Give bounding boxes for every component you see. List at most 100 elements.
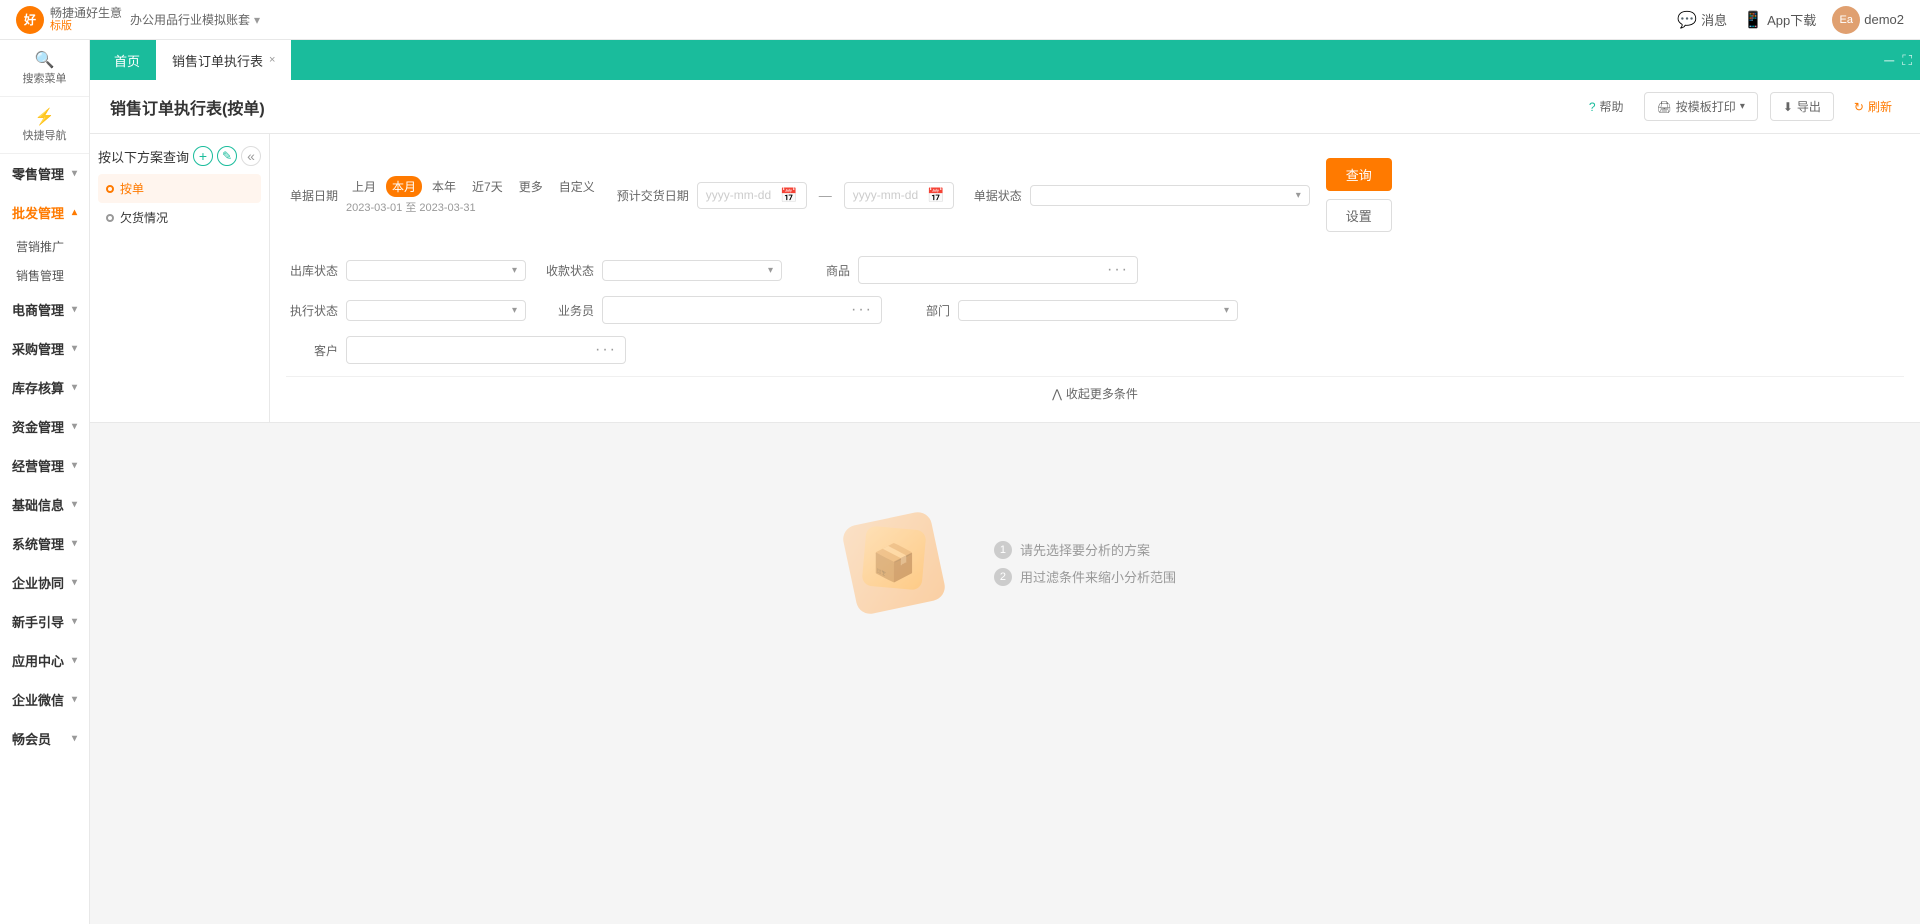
hint-num-1: 1 [994,541,1012,559]
filter-right: 单据日期 上月 本月 本年 近7天 更多 自定义 20 [270,134,1920,422]
tab-minimize-btn[interactable]: ─ [1884,52,1894,68]
collapse-filters-btn[interactable]: ⋀ 收起更多条件 [286,376,1904,410]
filter-exec-status: 执行状态 ▾ [286,300,526,321]
filter-customer: 客户 ··· [286,336,626,364]
filter-row-1: 单据日期 上月 本月 本年 近7天 更多 自定义 20 [286,146,1904,244]
date-tab-custom[interactable]: 自定义 [553,176,601,197]
sidebar-item-inventory[interactable]: 库存核算 ▾ [0,368,89,407]
sidebar-item-vip[interactable]: 畅会员 ▾ [0,719,89,758]
filter-panel: 按以下方案查询 + ✎ « 按单 欠货情况 [90,134,1920,423]
cal-start-icon[interactable]: 📅 [780,187,797,204]
sidebar-item-retail[interactable]: 零售管理 ▾ [0,154,89,193]
dept-dropdown-icon: ▾ [1224,305,1229,316]
product-dots-icon: ··· [1107,261,1129,279]
main-layout: 🔍 搜索菜单 ⚡ 快捷导航 零售管理 ▾ 批发管理 ▴ 营销推广 销售管理 电商… [0,40,1920,924]
add-scheme-btn[interactable]: + [193,146,213,166]
sidebar-sub-marketing[interactable]: 营销推广 [0,232,89,261]
filter-row-3: 执行状态 ▾ 业务员 ··· [286,296,1904,324]
tab-bar: 首页 销售订单执行表 × ─ ⛶ [90,40,1920,80]
sidebar-item-quick-nav[interactable]: ⚡ 快捷导航 [0,97,89,154]
outstock-select[interactable]: ▾ [346,260,526,281]
filter-staff: 业务员 ··· [542,296,882,324]
edit-scheme-btn[interactable]: ✎ [217,146,237,166]
user-action[interactable]: Ea demo2 [1832,6,1904,34]
date-tab-7days[interactable]: 近7天 [466,176,509,197]
date-tab-lastmonth[interactable]: 上月 [346,176,382,197]
date-tab-thismonth[interactable]: 本月 [386,176,422,197]
page-actions: ? 帮助 🖨 按模板打印 ▾ ⬇ 导出 ↻ 刷新 [1581,92,1900,121]
filter-dept: 部门 ▾ [898,300,1238,321]
sidebar-item-finance[interactable]: 资金管理 ▾ [0,407,89,446]
print-btn[interactable]: 🖨 按模板打印 ▾ [1644,92,1758,121]
sidebar-sub-sales[interactable]: 销售管理 [0,261,89,290]
settings-button[interactable]: 设置 [1326,199,1392,232]
sidebar-item-system[interactable]: 系统管理 ▾ [0,524,89,563]
customer-dots-icon: ··· [595,341,617,359]
export-icon: ⬇ [1783,100,1793,114]
query-button[interactable]: 查询 [1326,158,1392,191]
empty-hint-2: 2 用过滤条件来缩小分析范围 [994,567,1176,586]
refresh-btn[interactable]: ↻ 刷新 [1846,94,1900,119]
print-arrow-icon: ▾ [1740,101,1745,112]
outstock-dropdown-icon: ▾ [512,265,517,276]
filter-outstock: 出库状态 ▾ [286,260,526,281]
export-btn[interactable]: ⬇ 导出 [1770,92,1834,121]
scheme-item-order[interactable]: 按单 [98,174,261,203]
tab-sales-order[interactable]: 销售订单执行表 × [156,40,291,80]
help-btn[interactable]: ? 帮助 [1581,94,1632,119]
sidebar-item-operation[interactable]: 经营管理 ▾ [0,446,89,485]
sidebar-item-collab[interactable]: 企业协同 ▾ [0,563,89,602]
logo-icon: 好 [16,6,44,34]
receipt-select[interactable]: ▾ [602,260,782,281]
empty-illustration: 📦 [834,503,954,623]
scheme-item-shortage[interactable]: 欠货情况 [98,203,261,232]
tab-close-icon[interactable]: × [269,54,275,66]
sidebar-item-wholesale[interactable]: 批发管理 ▴ [0,193,89,232]
top-bar-right: 💬 消息 📱 App下载 Ea demo2 [1677,6,1904,34]
product-select[interactable]: ··· [858,256,1138,284]
breadcrumb: 办公用品行业模拟账套 ▾ [130,11,260,28]
customer-select[interactable]: ··· [346,336,626,364]
date-tabs: 上月 本月 本年 近7天 更多 自定义 [346,176,601,197]
empty-hint-1: 1 请先选择要分析的方案 [994,540,1176,559]
sidebar-item-newuser[interactable]: 新手引导 ▾ [0,602,89,641]
content-area: 首页 销售订单执行表 × ─ ⛶ 销售订单执行表(按单) ? 帮助 [90,40,1920,924]
refresh-icon: ↻ [1854,100,1864,114]
app-download-action[interactable]: 📱 App下载 [1743,10,1816,30]
filter-date: 单据日期 上月 本月 本年 近7天 更多 自定义 20 [286,176,601,215]
sidebar-item-ecom[interactable]: 电商管理 ▾ [0,290,89,329]
date-separator: — [815,188,836,203]
collapse-panel-btn[interactable]: « [241,146,261,166]
date-tab-thisyear[interactable]: 本年 [426,176,462,197]
expected-date-end[interactable]: yyyy-mm-dd 📅 [844,182,954,209]
hint-num-2: 2 [994,568,1012,586]
sidebar-item-appcenter[interactable]: 应用中心 ▾ [0,641,89,680]
filter-left-header: 按以下方案查询 + ✎ « [98,146,261,166]
exec-status-select[interactable]: ▾ [346,300,526,321]
sidebar: 🔍 搜索菜单 ⚡ 快捷导航 零售管理 ▾ 批发管理 ▴ 营销推广 销售管理 电商… [0,40,90,924]
filter-status: 单据状态 ▾ [970,185,1310,206]
help-icon: ? [1589,100,1596,114]
date-tab-more[interactable]: 更多 [513,176,549,197]
logo-text: 畅捷通好生意 标版 [50,6,122,34]
status-select[interactable]: ▾ [1030,185,1310,206]
sidebar-item-basic[interactable]: 基础信息 ▾ [0,485,89,524]
page-content: 销售订单执行表(按单) ? 帮助 🖨 按模板打印 ▾ ⬇ 导出 [90,80,1920,924]
dept-select[interactable]: ▾ [958,300,1238,321]
avatar: Ea [1832,6,1860,34]
date-range-display: 2023-03-01 至 2023-03-31 [346,199,601,215]
filter-row-4: 客户 ··· [286,336,1904,364]
sidebar-item-search[interactable]: 🔍 搜索菜单 [0,40,89,97]
expected-date-start[interactable]: yyyy-mm-dd 📅 [697,182,807,209]
message-action[interactable]: 💬 消息 [1677,10,1727,30]
top-bar: 好 畅捷通好生意 标版 办公用品行业模拟账套 ▾ 💬 消息 📱 App下载 Ea… [0,0,1920,40]
tab-home[interactable]: 首页 [98,44,156,76]
empty-texts: 1 请先选择要分析的方案 2 用过滤条件来缩小分析范围 [994,540,1176,586]
page-header: 销售订单执行表(按单) ? 帮助 🖨 按模板打印 ▾ ⬇ 导出 [90,80,1920,134]
sidebar-item-purchase[interactable]: 采购管理 ▾ [0,329,89,368]
cal-end-icon[interactable]: 📅 [927,187,944,204]
tab-maximize-btn[interactable]: ⛶ [1902,52,1912,69]
sidebar-item-wechat[interactable]: 企业微信 ▾ [0,680,89,719]
inactive-scheme-dot [106,214,114,222]
staff-select[interactable]: ··· [602,296,882,324]
